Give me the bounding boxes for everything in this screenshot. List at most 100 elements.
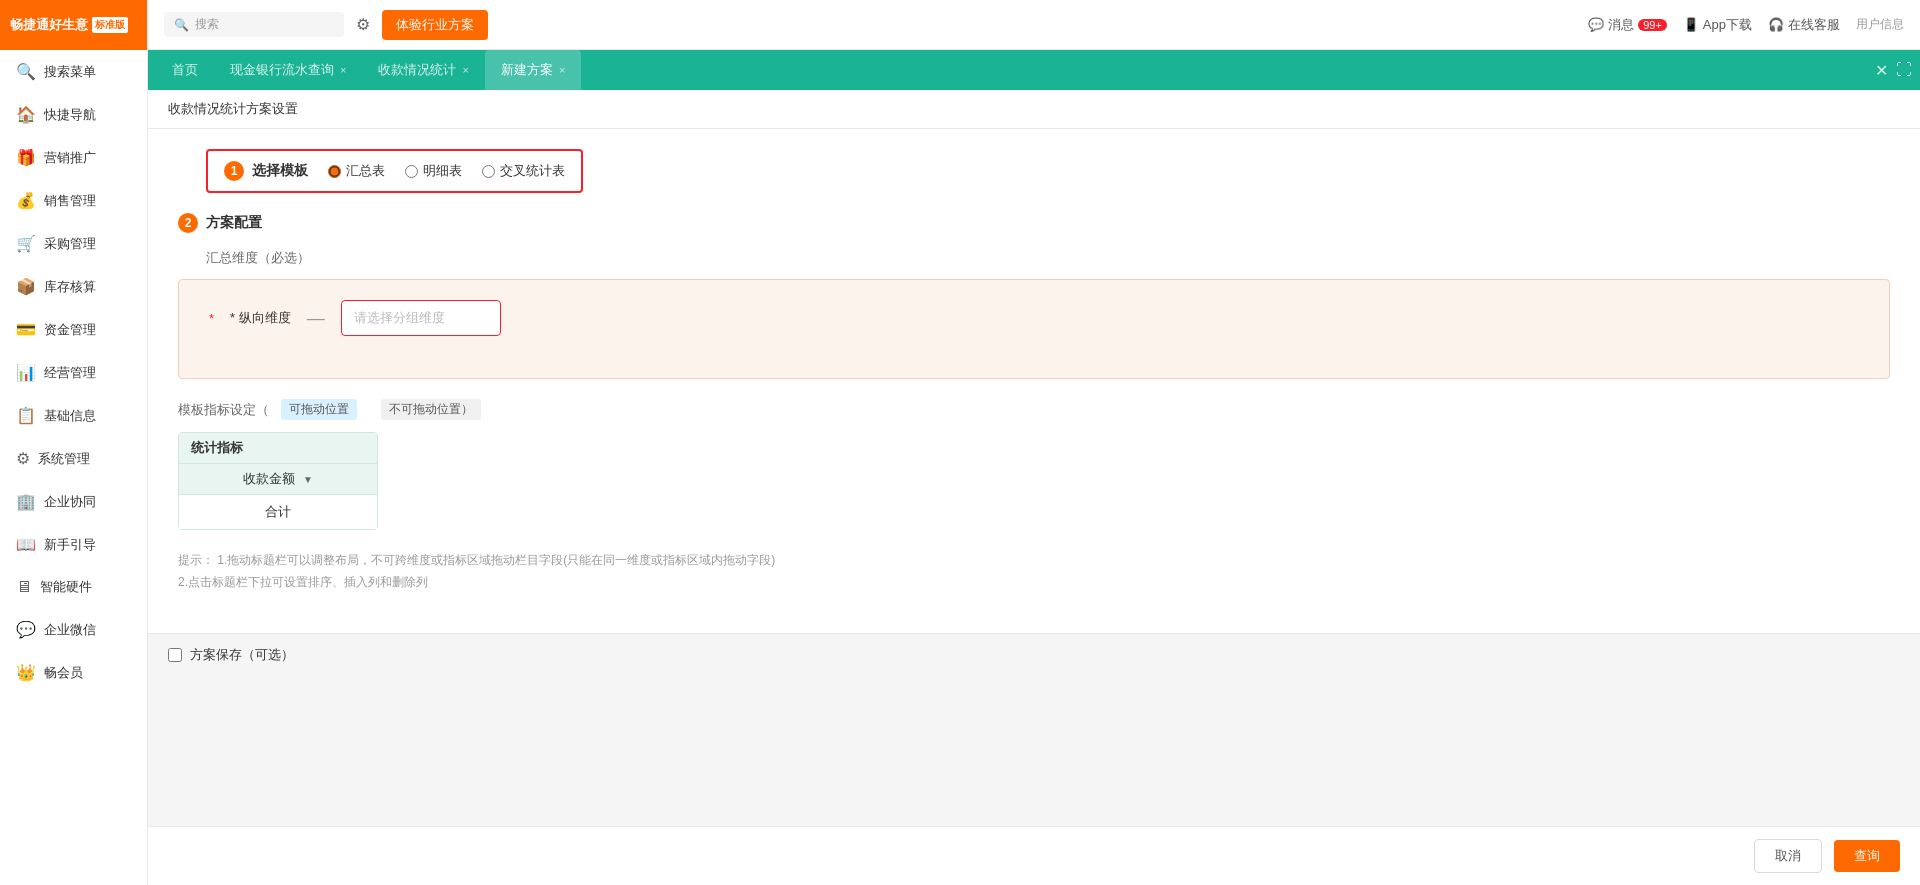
vip-icon: 👑 [16, 663, 36, 682]
sidebar-label-basic: 基础信息 [44, 407, 96, 425]
tab-label-collection: 收款情况统计 [378, 61, 456, 79]
chevron-down-icon: ▼ [303, 474, 313, 485]
page-header: 收款情况统计方案设置 [148, 90, 1920, 129]
sidebar-item-enterprise[interactable]: 🏢企业协同 [0, 480, 147, 523]
dimension-placeholder: 请选择分组维度 [354, 310, 445, 325]
sidebar-item-wechat[interactable]: 💬企业微信 [0, 608, 147, 651]
sidebar-item-inventory[interactable]: 📦 库存核算 [0, 265, 147, 308]
online-support-item[interactable]: 🎧 在线客服 [1768, 16, 1840, 34]
sidebar-item-hardware[interactable]: 🖥 智能硬件 [0, 566, 147, 608]
sidebar-item-marketing[interactable]: 🎁 营销推广 [0, 136, 147, 179]
sidebar-label-guide: 新手引导 [44, 536, 96, 554]
sidebar-item-quicknav[interactable]: 🏠快捷导航 [0, 93, 147, 136]
app-icon: 📱 [1683, 17, 1699, 32]
stats-col-value: 合计 [179, 494, 377, 529]
basic-icon: 📋 [16, 406, 36, 425]
sidebar-item-basic[interactable]: 📋 基础信息 [0, 394, 147, 437]
radio-detail-input[interactable] [405, 165, 418, 178]
sidebar-item-funds[interactable]: 💳资金管理 [0, 308, 147, 351]
row-label: * 纵向维度 [230, 309, 291, 327]
radio-cross[interactable]: 交叉统计表 [482, 162, 565, 180]
guide-icon: 📖 [16, 535, 36, 554]
radio-summary-input[interactable] [328, 165, 341, 178]
tab-label-bank: 现金银行流水查询 [230, 61, 334, 79]
step2-section: 2 方案配置 汇总维度（必选） * * 纵向维度 — 请选择分组维度 [178, 213, 1890, 593]
online-support-label: 在线客服 [1788, 16, 1840, 34]
sidebar-label-system: 系统管理 [38, 450, 90, 468]
sidebar-item-system[interactable]: ⚙系统管理 [0, 437, 147, 480]
close-tab-icon[interactable]: ✕ [1875, 61, 1888, 80]
app-download-item[interactable]: 📱 App下载 [1683, 16, 1752, 34]
sidebar-label-hardware: 智能硬件 [40, 578, 92, 596]
radio-summary-label: 汇总表 [346, 162, 385, 180]
tab-label-new_plan: 新建方案 [501, 61, 553, 79]
sidebar-label-purchase: 采购管理 [44, 235, 96, 253]
maximize-icon[interactable]: ⛶ [1896, 61, 1912, 79]
dimension-title: 汇总维度（必选） [206, 249, 1890, 267]
radio-detail[interactable]: 明细表 [405, 162, 462, 180]
tips-section: 提示： 1.拖动标题栏可以调整布局，不可跨维度或指标区域拖动栏目字段(只能在同一… [178, 550, 1890, 593]
tab-bank[interactable]: 现金银行流水查询 × [214, 50, 362, 90]
sidebar-label-marketing: 营销推广 [44, 149, 96, 167]
stats-group-label: 统计指标 [191, 440, 243, 455]
radio-summary[interactable]: 汇总表 [328, 162, 385, 180]
enterprise-icon: 🏢 [16, 492, 36, 511]
topbar-right: 💬 消息 99+ 📱 App下载 🎧 在线客服 用户信息 [1588, 16, 1904, 34]
hardware-icon: 🖥 [16, 578, 32, 596]
tab-home[interactable]: 首页 [156, 50, 214, 90]
operations-icon: 📊 [16, 363, 36, 382]
non-draggable-hint: 不可拖动位置） [381, 399, 481, 420]
logo-badge: 标准版 [92, 17, 128, 33]
sidebar-item-vip[interactable]: 👑 畅会员 [0, 651, 147, 694]
radio-cross-input[interactable] [482, 165, 495, 178]
sidebar-logo: 畅捷通好生意 标准版 [0, 0, 147, 50]
stats-col-label: 收款金额 [243, 470, 295, 488]
dimension-row: * * 纵向维度 — 请选择分组维度 [209, 300, 1859, 336]
sidebar-label-sales: 销售管理 [44, 192, 96, 210]
logo-text: 畅捷通好生意 [10, 16, 88, 34]
content-area: 收款情况统计方案设置 1 选择模板 [148, 90, 1920, 826]
message-label: 消息 [1608, 16, 1634, 34]
sidebar-item-guide[interactable]: 📖 新手引导 [0, 523, 147, 566]
sidebar-label-inventory: 库存核算 [44, 278, 96, 296]
tab-close-collection[interactable]: × [462, 64, 468, 76]
required-star: * [209, 311, 214, 326]
dimension-dropdown[interactable]: 请选择分组维度 [341, 300, 501, 336]
sidebar-item-purchase[interactable]: 🛒采购管理 [0, 222, 147, 265]
step1-header: 1 选择模板 汇总表 明细表 [178, 149, 1890, 193]
save-checkbox[interactable] [168, 648, 182, 662]
sidebar: 畅捷通好生意 标准版 🔍搜索菜单🏠快捷导航 🎁 营销推广 💰销售管理🛒采购管理 📦 库存核… [0, 0, 148, 885]
sidebar-label-quicknav: 快捷导航 [44, 106, 96, 124]
tab-new_plan[interactable]: 新建方案 × [485, 50, 581, 90]
tabs-bar: 首页现金银行流水查询 × 收款情况统计 × 新建方案 × ✕ ⛶ [148, 50, 1920, 90]
inventory-icon: 📦 [16, 277, 36, 296]
tab-close-bank[interactable]: × [340, 64, 346, 76]
stats-table: 统计指标 收款金额 ▼ 合计 [178, 432, 378, 530]
wechat-icon: 💬 [16, 620, 36, 639]
user-info: 用户信息 [1856, 16, 1904, 33]
step2-label: 方案配置 [206, 214, 262, 232]
sidebar-item-sales[interactable]: 💰销售管理 [0, 179, 147, 222]
sidebar-label-operations: 经营管理 [44, 364, 96, 382]
radio-detail-label: 明细表 [423, 162, 462, 180]
cancel-button[interactable]: 取消 [1754, 839, 1822, 873]
marketing-icon: 🎁 [16, 148, 36, 167]
message-item[interactable]: 💬 消息 99+ [1588, 16, 1667, 34]
sidebar-item-search[interactable]: 🔍搜索菜单 [0, 50, 147, 93]
tabs-actions: ✕ ⛶ [1875, 61, 1912, 80]
sidebar-item-operations[interactable]: 📊 经营管理 [0, 351, 147, 394]
indicator-title: 模板指标设定（ [178, 401, 269, 419]
main-inner: 收款情况统计方案设置 1 选择模板 [148, 90, 1920, 885]
sidebar-label-vip: 畅会员 [44, 664, 83, 682]
template-radio-group: 汇总表 明细表 交叉统计表 [328, 162, 565, 180]
tip-line: 2.点击标题栏下拉可设置排序、插入列和删除列 [178, 572, 1890, 594]
query-button[interactable]: 查询 [1834, 840, 1900, 872]
stats-col-header[interactable]: 收款金额 ▼ [179, 464, 377, 494]
tab-close-new_plan[interactable]: × [559, 64, 565, 76]
search-bar[interactable]: 🔍 搜索 [164, 12, 344, 37]
tab-collection[interactable]: 收款情况统计 × [362, 50, 484, 90]
radio-cross-label: 交叉统计表 [500, 162, 565, 180]
settings-icon[interactable]: ⚙ [356, 15, 370, 34]
industry-btn[interactable]: 体验行业方案 [382, 10, 488, 40]
main-area: 🔍 搜索 ⚙ 体验行业方案 💬 消息 99+ 📱 App下载 🎧 在线客服 用户… [148, 0, 1920, 885]
